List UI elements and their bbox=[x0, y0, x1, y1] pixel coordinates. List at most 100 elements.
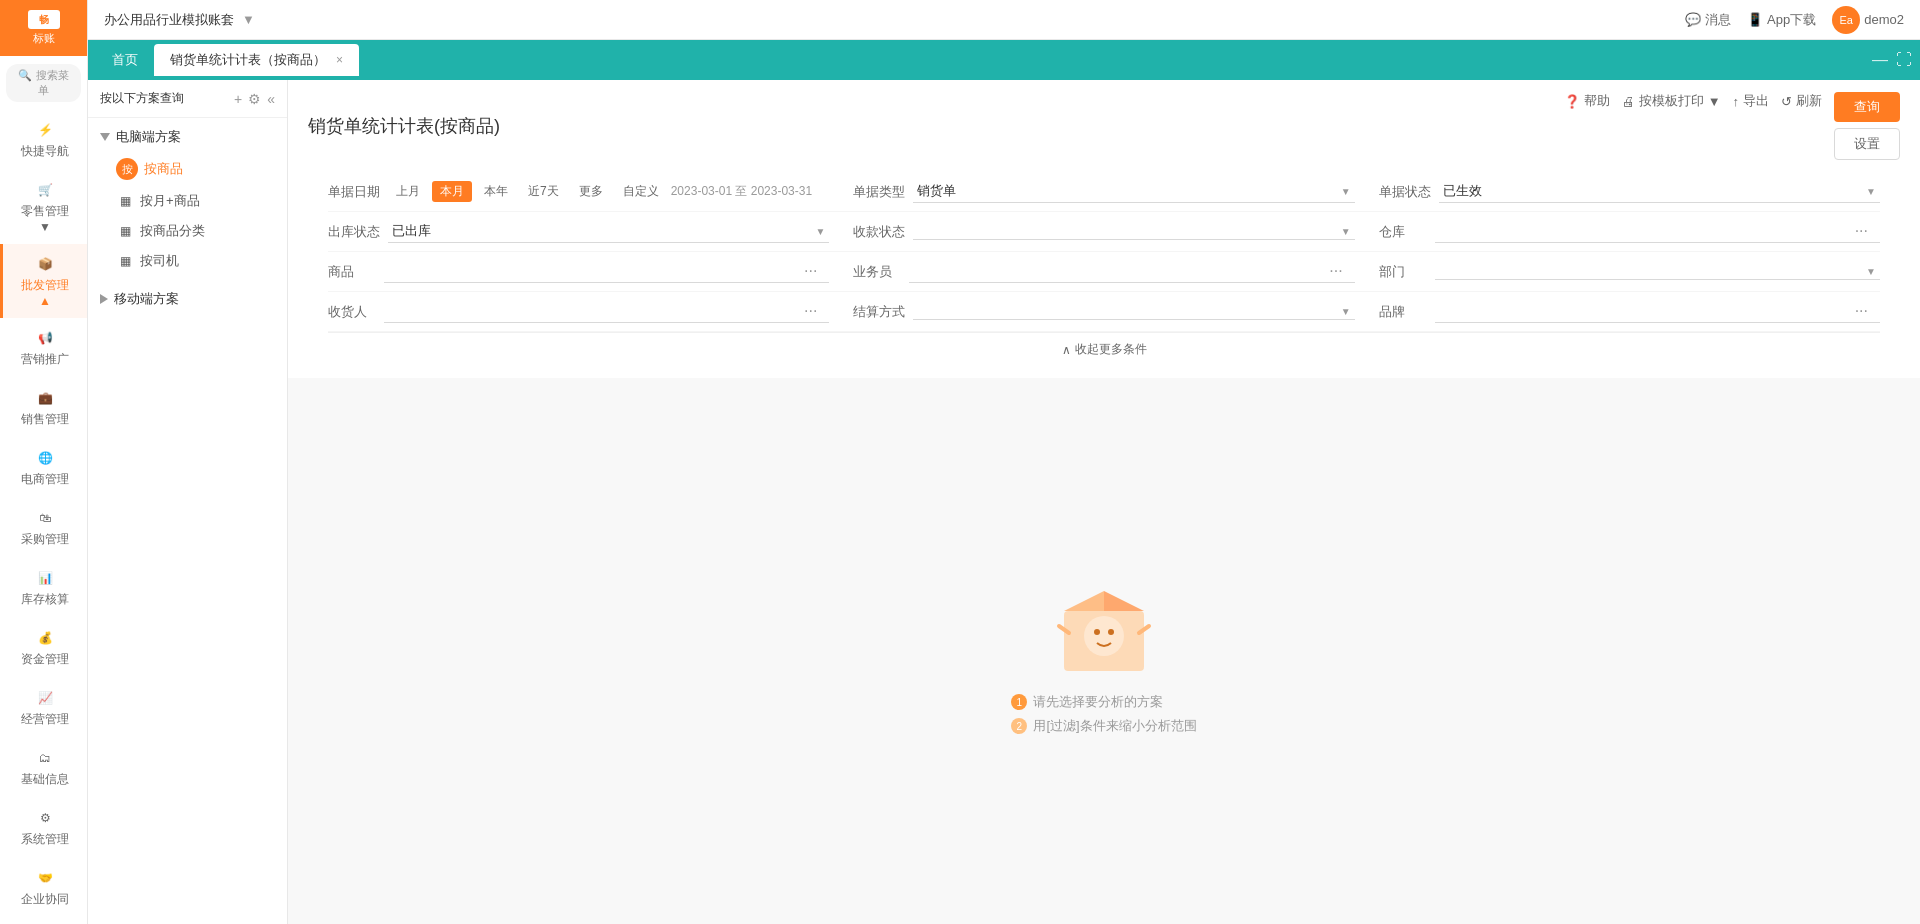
salesman-dots[interactable]: ··· bbox=[1321, 262, 1350, 280]
tip1-text: 请先选择要分析的方案 bbox=[1033, 693, 1163, 711]
scheme-item-by-category[interactable]: ▦ 按商品分类 bbox=[88, 216, 287, 246]
collapse-up-icon: ∧ bbox=[1062, 343, 1071, 357]
filter-receipt-status: 收款状态 ▼ bbox=[853, 223, 1354, 241]
scheme-group-mobile-header[interactable]: 移动端方案 bbox=[88, 284, 287, 314]
product-dots[interactable]: ··· bbox=[796, 262, 825, 280]
wholesale-icon: 📦 bbox=[35, 254, 55, 274]
brand-select[interactable]: ··· bbox=[1435, 300, 1880, 323]
scheme-item-by-month-product[interactable]: ▦ 按月+商品 bbox=[88, 186, 287, 216]
date-custom[interactable]: 自定义 bbox=[615, 181, 667, 202]
warehouse-dots[interactable]: ··· bbox=[1847, 222, 1876, 240]
scheme-collapse-btn[interactable]: « bbox=[267, 91, 275, 107]
warehouse-select[interactable]: ··· bbox=[1435, 220, 1880, 243]
scheme-item-by-product[interactable]: 按 按商品 bbox=[88, 152, 287, 186]
page-title-row: 销货单统计计表(按商品) ❓ 帮助 🖨 按模板打印 ▼ bbox=[308, 92, 1900, 160]
avatar: Ea bbox=[1832, 6, 1860, 34]
date-last-month[interactable]: 上月 bbox=[388, 181, 428, 202]
sidebar-item-finance[interactable]: 💰 资金管理 bbox=[0, 618, 87, 678]
logo-icon: 畅 bbox=[28, 10, 60, 29]
print-template-btn[interactable]: 🖨 按模板打印 ▼ bbox=[1622, 92, 1721, 110]
date-this-month[interactable]: 本月 bbox=[432, 181, 472, 202]
brand-label: 品牌 bbox=[1379, 303, 1427, 321]
scheme-item-by-driver[interactable]: ▦ 按司机 bbox=[88, 246, 287, 276]
sidebar-item-system[interactable]: ⚙ 系统管理 bbox=[0, 798, 87, 858]
tab-actions: — ⛶ bbox=[1872, 51, 1912, 69]
date-options: 上月 本月 本年 近7天 更多 自定义 2023-03-01 至 2023-03… bbox=[388, 181, 812, 202]
sidebar-item-basic[interactable]: 🗂 基础信息 bbox=[0, 738, 87, 798]
warehouse-out-select[interactable]: 已出库 ▼ bbox=[388, 220, 829, 243]
svg-point-5 bbox=[1108, 629, 1114, 635]
brand-dots[interactable]: ··· bbox=[1847, 302, 1876, 320]
sidebar-item-purchase[interactable]: 🛍 采购管理 bbox=[0, 498, 87, 558]
purchase-icon: 🛍 bbox=[35, 508, 55, 528]
collapse-filters-btn[interactable]: ∧ 收起更多条件 bbox=[328, 332, 1880, 366]
date-more[interactable]: 更多 bbox=[571, 181, 611, 202]
sidebar-item-sales[interactable]: 💼 销售管理 bbox=[0, 378, 87, 438]
doc-status-select[interactable]: 已生效 ▼ bbox=[1439, 180, 1880, 203]
sidebar-item-retail[interactable]: 🛒 零售管理 ▼ bbox=[0, 170, 87, 244]
sidebar-item-marketing[interactable]: 📢 营销推广 bbox=[0, 318, 87, 378]
search-menu-label: 搜索菜单 bbox=[36, 69, 69, 96]
sidebar-item-operations[interactable]: 📈 经营管理 bbox=[0, 678, 87, 738]
help-btn[interactable]: ❓ 帮助 bbox=[1564, 92, 1610, 110]
tab-expand-btn[interactable]: ⛶ bbox=[1896, 51, 1912, 69]
message-btn[interactable]: 💬 消息 bbox=[1685, 11, 1731, 29]
search-menu[interactable]: 🔍 搜索菜单 bbox=[6, 64, 81, 102]
date-7days[interactable]: 近7天 bbox=[520, 181, 567, 202]
receipt-status-select[interactable]: ▼ bbox=[913, 224, 1354, 240]
template-selector[interactable]: 办公用品行业模拟账套 bbox=[104, 11, 234, 29]
settlement-label: 结算方式 bbox=[853, 303, 905, 321]
quick-nav-icon: ⚡ bbox=[35, 120, 55, 140]
sidebar-item-ecommerce[interactable]: 🌐 电商管理 bbox=[0, 438, 87, 498]
sidebar-item-enterprise[interactable]: 🤝 企业协同 bbox=[0, 858, 87, 918]
logo-text: 标账 bbox=[33, 31, 55, 46]
svg-marker-2 bbox=[1104, 591, 1144, 611]
settlement-select[interactable]: ▼ bbox=[913, 304, 1354, 320]
empty-tips: 1 请先选择要分析的方案 2 用[过滤]条件来缩小分析范围 bbox=[1011, 693, 1196, 741]
doc-type-select[interactable]: 销货单 ▼ bbox=[913, 180, 1354, 203]
export-btn[interactable]: ↑ 导出 bbox=[1733, 92, 1770, 110]
scheme-settings-btn[interactable]: ⚙ bbox=[248, 91, 261, 107]
scheme-item-icon-2: ▦ bbox=[116, 222, 134, 240]
filter-row-4: 收货人 ··· 结算方式 ▼ bbox=[328, 292, 1880, 332]
tab-active[interactable]: 销货单统计计表（按商品） × bbox=[154, 44, 359, 76]
date-this-year[interactable]: 本年 bbox=[476, 181, 516, 202]
warehouse-out-arrow: ▼ bbox=[815, 226, 825, 237]
tab-home[interactable]: 首页 bbox=[96, 44, 154, 76]
date-range-display: 2023-03-01 至 2023-03-31 bbox=[671, 183, 812, 200]
scheme-item-by-driver-label: 按司机 bbox=[140, 252, 179, 270]
refresh-btn[interactable]: ↺ 刷新 bbox=[1781, 92, 1822, 110]
retail-icon: 🛒 bbox=[35, 180, 55, 200]
scheme-active-icon: 按 bbox=[116, 158, 138, 180]
department-select[interactable]: ▼ bbox=[1435, 264, 1880, 280]
app-download-btn[interactable]: 📱 App下载 bbox=[1747, 11, 1816, 29]
scheme-item-by-category-label: 按商品分类 bbox=[140, 222, 205, 240]
product-select[interactable]: ··· bbox=[384, 260, 829, 283]
sidebar-item-inventory[interactable]: 📊 库存核算 bbox=[0, 558, 87, 618]
receiver-dots[interactable]: ··· bbox=[796, 302, 825, 320]
tip2-text: 用[过滤]条件来缩小分析范围 bbox=[1033, 717, 1196, 735]
sidebar-item-guide[interactable]: 📋 新手引导 bbox=[0, 918, 87, 924]
doc-status-value: 已生效 bbox=[1443, 182, 1862, 200]
sidebar-quick-nav[interactable]: ⚡ 快捷导航 bbox=[0, 110, 87, 170]
enterprise-label: 企业协同 bbox=[21, 891, 69, 908]
receiver-select[interactable]: ··· bbox=[384, 300, 829, 323]
help-icon: ❓ bbox=[1564, 94, 1580, 109]
scheme-item-icon-1: ▦ bbox=[116, 192, 134, 210]
query-btn[interactable]: 查询 bbox=[1834, 92, 1900, 122]
sidebar-item-wholesale[interactable]: 📦 批发管理 ▲ bbox=[0, 244, 87, 318]
tab-minimize-btn[interactable]: — bbox=[1872, 51, 1888, 69]
doc-status-arrow: ▼ bbox=[1866, 186, 1876, 197]
tab-bar: 首页 销货单统计计表（按商品） × — ⛶ bbox=[88, 40, 1920, 80]
wholesale-label: 批发管理 bbox=[21, 277, 69, 294]
salesman-select[interactable]: ··· bbox=[909, 260, 1354, 283]
scheme-add-btn[interactable]: + bbox=[234, 91, 242, 107]
scheme-group-desktop-header[interactable]: 电脑端方案 bbox=[88, 122, 287, 152]
refresh-icon: ↺ bbox=[1781, 94, 1792, 109]
sales-icon: 💼 bbox=[35, 388, 55, 408]
settings-btn[interactable]: 设置 bbox=[1834, 128, 1900, 160]
avatar-text: Ea bbox=[1840, 14, 1853, 26]
user-menu[interactable]: Ea demo2 bbox=[1832, 6, 1904, 34]
main-right: 销货单统计计表(按商品) ❓ 帮助 🖨 按模板打印 ▼ bbox=[288, 80, 1920, 924]
tab-close-btn[interactable]: × bbox=[336, 53, 343, 67]
